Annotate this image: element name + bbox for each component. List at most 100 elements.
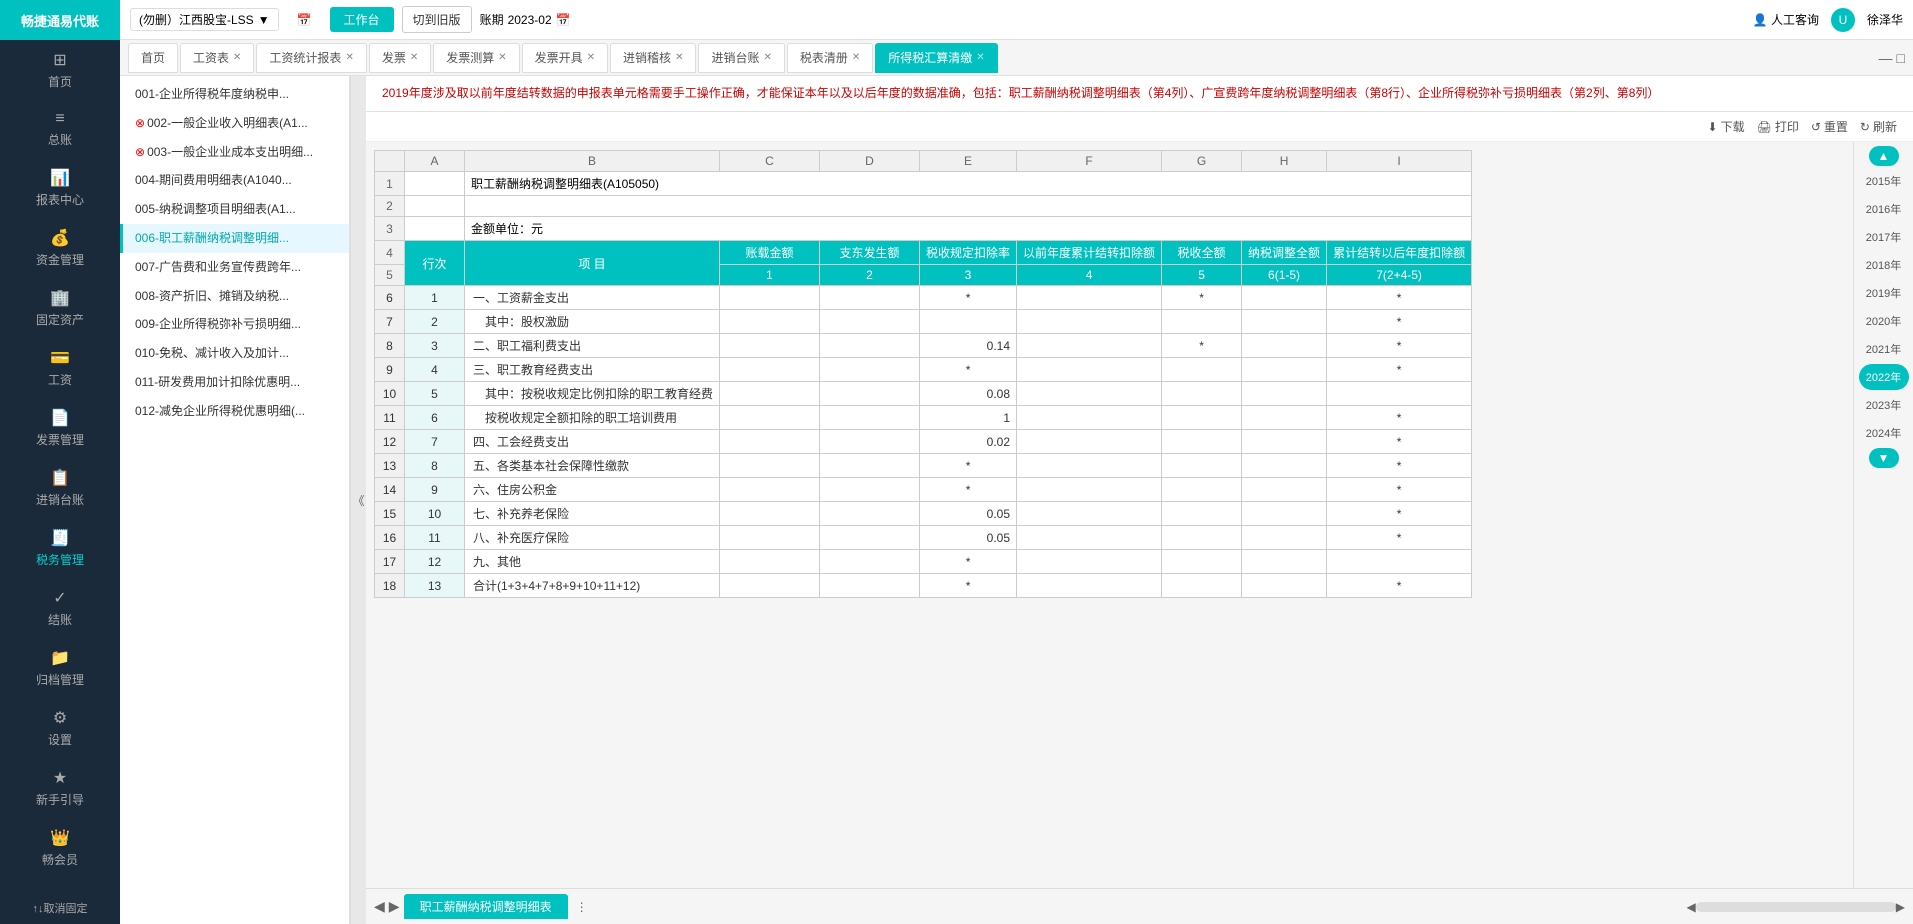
table-row: 10 5 其中：按税收规定比例扣除的职工教育经费 0.08 [375,382,1472,406]
year-2019[interactable]: 2019年 [1859,280,1909,306]
tab-purchase-ledger[interactable]: 进销台账✕ [698,43,784,73]
sidebar-item-home[interactable]: ⊞ 首页 [0,40,120,100]
tab-purchase-check[interactable]: 进销稽核✕ [610,43,696,73]
form-008-label: 008-资产折旧、摊销及纳税... [135,289,289,303]
username: 徐泽华 [1867,11,1903,28]
reset-btn[interactable]: ↺ 重置 [1811,118,1848,135]
form-item-009[interactable]: 009-企业所得税弥补亏损明细... [120,310,349,339]
col-i-header: 累计结转以后年度扣除额 [1327,241,1472,265]
form-item-007[interactable]: 007-广告费和业务宣传费跨年... [120,253,349,282]
calendar-btn[interactable]: 📅 [287,9,322,31]
sidebar-item-purchase[interactable]: 📋 进销台账 [0,458,120,518]
form-item-003[interactable]: ⊗003-一般企业业成本支出明细... [120,138,349,167]
tab-invoice-close[interactable]: ✕ [410,52,418,63]
tab-invoice[interactable]: 发票✕ [369,43,431,73]
tab-income-tax[interactable]: 所得税汇算清缴✕ [875,43,997,73]
sidebar-item-capital[interactable]: 💰 资金管理 [0,218,120,278]
tab-salary-report[interactable]: 工资统计报表✕ [256,43,366,73]
tab-home[interactable]: 首页 [128,43,178,73]
form-item-011[interactable]: 011-研发费用加计扣除优惠明... [120,368,349,397]
row-num-3: 3 [375,217,405,241]
reset-label: 重置 [1824,118,1848,135]
tab-salary-report-close[interactable]: ✕ [345,52,353,63]
tab-income-tax-close[interactable]: ✕ [976,52,984,63]
tab-maximize-btn[interactable]: □ [1897,50,1905,66]
horizontal-scrollbar[interactable] [1696,902,1896,912]
year-2017[interactable]: 2017年 [1859,224,1909,250]
form-item-012[interactable]: 012-减免企业所得税优惠明细(... [120,397,349,426]
row-num-1: 1 [375,172,405,196]
col-c-header: 账载金额 [720,241,820,265]
sidebar: 畅捷通易代账 ⊞ 首页 ≡ 总账 📊 报表中心 💰 资金管理 🏢 固定资产 💳 … [0,0,120,924]
tab-invoice-open-close[interactable]: ✕ [587,52,595,63]
year-2023[interactable]: 2023年 [1859,392,1909,418]
form-item-008[interactable]: 008-资产折旧、摊销及纳税... [120,282,349,311]
sheet-tab[interactable]: 职工薪酬纳税调整明细表 [404,894,568,919]
year-up-btn[interactable]: ▲ [1869,146,1899,166]
error-icon-003: ⊗ [135,145,145,159]
purchase-icon: 📋 [50,468,70,488]
refresh-icon: ↻ [1860,120,1870,134]
col-header-I: I [1327,151,1472,172]
tab-invoice-open[interactable]: 发票开具✕ [522,43,608,73]
sidebar-item-tax[interactable]: 🧾 税务管理 [0,518,120,578]
sidebar-item-salary[interactable]: 💳 工资 [0,338,120,398]
refresh-btn[interactable]: ↻ 刷新 [1860,118,1897,135]
sidebar-item-asset[interactable]: 🏢 固定资产 [0,278,120,338]
sidebar-item-member[interactable]: 👑 畅会员 [0,818,120,878]
sheet-next-btn[interactable]: ▶ [389,898,400,915]
tab-salary[interactable]: 工资表✕ [180,43,254,73]
form-item-002[interactable]: ⊗002-一般企业收入明细表(A1... [120,109,349,138]
form-item-004[interactable]: 004-期间费用明细表(A1040... [120,166,349,195]
sidebar-item-guide[interactable]: ★ 新手引导 [0,758,120,818]
year-2020[interactable]: 2020年 [1859,308,1909,334]
sheet-options-btn[interactable]: ⋮ [576,900,588,914]
download-btn[interactable]: ⬇ 下载 [1708,118,1745,135]
tab-purchase-check-close[interactable]: ✕ [675,52,683,63]
year-down-btn[interactable]: ▼ [1869,448,1899,468]
tab-purchase-ledger-close[interactable]: ✕ [763,52,771,63]
year-2018[interactable]: 2018年 [1859,252,1909,278]
year-2024[interactable]: 2024年 [1859,420,1909,446]
sidebar-item-archive[interactable]: 📁 归档管理 [0,638,120,698]
tab-tax-clear-close[interactable]: ✕ [852,52,860,63]
switch-btn[interactable]: 切到旧版 [402,6,472,33]
sidebar-footer[interactable]: ↑↓取消固定 [0,892,120,924]
tab-minimize-btn[interactable]: — [1879,50,1893,66]
year-2022[interactable]: 2022年 [1859,364,1909,390]
sidebar-item-home-label: 首页 [48,73,72,90]
tab-invoice-calc[interactable]: 发票测算✕ [433,43,519,73]
scroll-left-icon[interactable]: ◀ [1687,900,1696,914]
tab-salary-close[interactable]: ✕ [233,52,241,63]
form-item-001[interactable]: 001-企业所得税年度纳税申... [120,80,349,109]
user-avatar[interactable]: U [1831,8,1855,32]
sheet-prev-btn[interactable]: ◀ [374,898,385,915]
print-btn[interactable]: 🖨 打印 [1757,118,1799,135]
sidebar-item-settings[interactable]: ⚙ 设置 [0,698,120,758]
sidebar-item-checkout[interactable]: ✓ 结账 [0,578,120,638]
tab-invoice-calc-close[interactable]: ✕ [498,52,506,63]
year-2021[interactable]: 2021年 [1859,336,1909,362]
year-2015[interactable]: 2015年 [1859,168,1909,194]
table-row: 12 7 四、工会经费支出 0.02 * [375,430,1472,454]
user-service[interactable]: 👤 人工客询 [1753,11,1819,28]
collapse-panel-btn[interactable]: 《 [350,76,366,924]
scroll-right-icon[interactable]: ▶ [1896,900,1905,914]
invoice-icon: 📄 [50,408,70,428]
form-item-005[interactable]: 005-纳税调整项目明细表(A1... [120,195,349,224]
sidebar-item-ledger[interactable]: ≡ 总账 [0,100,120,158]
year-2016[interactable]: 2016年 [1859,196,1909,222]
table-row: 6 1 一、工资薪金支出 * * * [375,286,1472,310]
period-selector[interactable]: 账期 2023-02 📅 [480,11,571,28]
form-item-010[interactable]: 010-免税、减计收入及加计... [120,339,349,368]
sidebar-item-report[interactable]: 📊 报表中心 [0,158,120,218]
col-header-D: D [820,151,920,172]
form-item-006[interactable]: 006-职工薪酬纳税调整明细... [120,224,349,253]
sidebar-item-invoice[interactable]: 📄 发票管理 [0,398,120,458]
company-selector[interactable]: (勿删）江西股宝-LSS ▼ [130,8,279,31]
sidebar-item-salary-label: 工资 [48,371,72,388]
table-row: 8 3 二、职工福利费支出 0.14 * * [375,334,1472,358]
workspace-btn[interactable]: 工作台 [330,7,394,32]
table-row: 11 6 按税收规定全额扣除的职工培训费用 1 * [375,406,1472,430]
tab-tax-clear[interactable]: 税表清册✕ [787,43,873,73]
